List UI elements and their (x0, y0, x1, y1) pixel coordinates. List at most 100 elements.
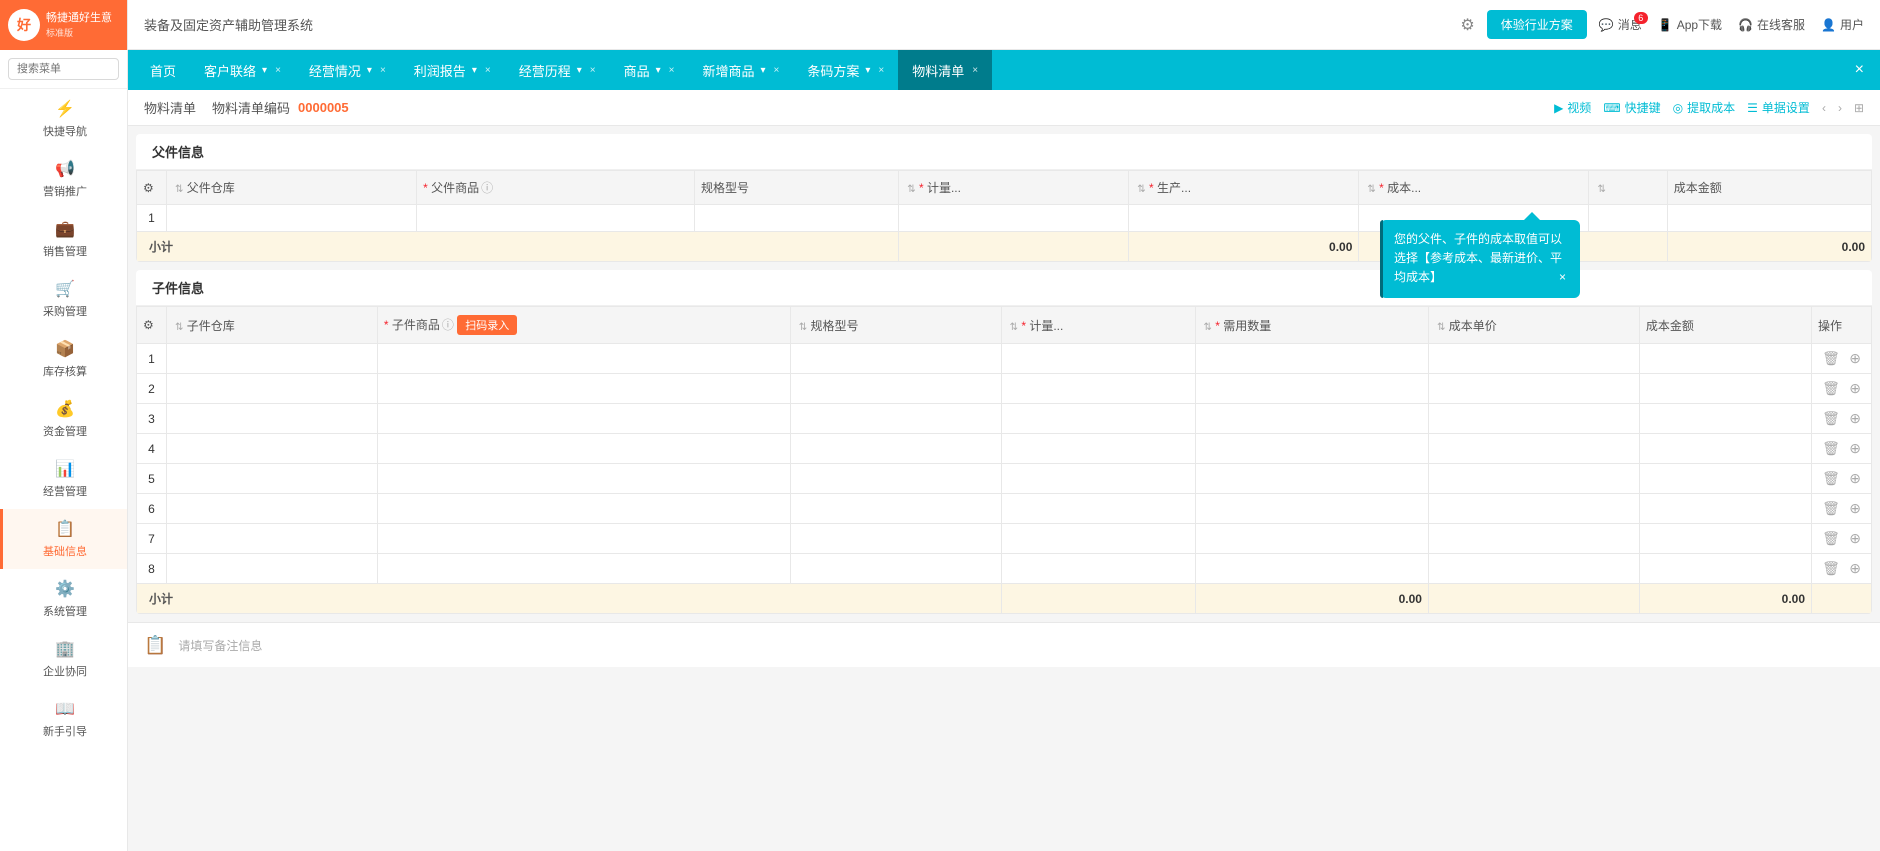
message-btn[interactable]: 💬 消息 6 (1599, 16, 1642, 33)
sidebar-item-guide[interactable]: 📖 新手引导 (0, 689, 127, 749)
child-unit-cell[interactable] (1001, 434, 1195, 464)
online-service-btn[interactable]: 🎧 在线客服 (1738, 16, 1805, 33)
child-unit-price-cell[interactable] (1428, 524, 1639, 554)
search-input[interactable] (8, 58, 119, 80)
nav-prev-icon[interactable]: ‹ (1822, 101, 1826, 115)
child-spec-cell[interactable] (790, 374, 1001, 404)
child-qty-cell[interactable] (1195, 524, 1428, 554)
sidebar-item-system[interactable]: ⚙️ 系统管理 (0, 569, 127, 629)
child-spec-cell[interactable] (790, 434, 1001, 464)
child-spec-cell[interactable] (790, 524, 1001, 554)
sidebar-item-marketing[interactable]: 📢 营销推广 (0, 149, 127, 209)
child-unit-price-cell[interactable] (1428, 374, 1639, 404)
child-unit-price-cell[interactable] (1428, 344, 1639, 374)
tab-profit[interactable]: 利润报告 ▾ × (400, 50, 505, 90)
child-qty-cell[interactable] (1195, 344, 1428, 374)
nav-next-icon[interactable]: › (1838, 101, 1842, 115)
child-warehouse-cell[interactable] (167, 374, 378, 404)
single-settings-btn[interactable]: ☰ 单据设置 (1747, 99, 1810, 116)
close-all-tabs-button[interactable]: × (1847, 61, 1872, 79)
child-goods-cell[interactable] (377, 434, 790, 464)
copy-icon[interactable]: ⊕ (1849, 380, 1861, 396)
parent-spec-cell[interactable] (695, 205, 899, 232)
copy-icon[interactable]: ⊕ (1849, 470, 1861, 486)
tab-bom[interactable]: 物料清单 × (898, 50, 992, 90)
child-qty-cell[interactable] (1195, 404, 1428, 434)
help-icon[interactable]: ⓘ (481, 181, 493, 195)
tooltip-close-btn[interactable]: × (1559, 268, 1566, 287)
copy-icon[interactable]: ⊕ (1849, 500, 1861, 516)
parent-unit-cell[interactable] (899, 205, 1129, 232)
delete-icon[interactable]: 🗑 (1822, 440, 1840, 456)
experience-btn[interactable]: 体验行业方案 (1487, 10, 1587, 39)
child-spec-cell[interactable] (790, 464, 1001, 494)
child-spec-cell[interactable] (790, 404, 1001, 434)
copy-icon[interactable]: ⊕ (1849, 410, 1861, 426)
delete-icon[interactable]: 🗑 (1822, 350, 1840, 366)
sidebar-item-sales[interactable]: 💼 销售管理 (0, 209, 127, 269)
child-warehouse-cell[interactable] (167, 344, 378, 374)
child-goods-cell[interactable] (377, 404, 790, 434)
settings-gear-icon[interactable]: ⚙ (1460, 15, 1474, 35)
child-unit-cell[interactable] (1001, 554, 1195, 584)
delete-icon[interactable]: 🗑 (1822, 500, 1840, 516)
copy-icon[interactable]: ⊕ (1849, 350, 1861, 366)
child-warehouse-cell[interactable] (167, 434, 378, 464)
sidebar-item-finance[interactable]: 💰 资金管理 (0, 389, 127, 449)
child-unit-price-cell[interactable] (1428, 464, 1639, 494)
app-download-btn[interactable]: 📱 App下载 (1658, 16, 1722, 33)
child-unit-cell[interactable] (1001, 344, 1195, 374)
child-goods-cell[interactable] (377, 374, 790, 404)
tab-close-icon[interactable]: × (972, 65, 978, 76)
delete-icon[interactable]: 🗑 (1822, 560, 1840, 576)
parent-warehouse-cell[interactable] (167, 205, 417, 232)
tab-barcode[interactable]: 条码方案 ▾ × (793, 50, 898, 90)
child-warehouse-cell[interactable] (167, 464, 378, 494)
tab-close-icon[interactable]: × (590, 65, 596, 76)
view-video-btn[interactable]: ▶ 视频 (1554, 99, 1591, 116)
tab-new-goods[interactable]: 新增商品 ▾ × (688, 50, 793, 90)
child-qty-cell[interactable] (1195, 494, 1428, 524)
child-goods-cell[interactable] (377, 464, 790, 494)
delete-icon[interactable]: 🗑 (1822, 470, 1840, 486)
sidebar-item-quick-nav[interactable]: ⚡ 快捷导航 (0, 89, 127, 149)
extract-cost-btn[interactable]: ◎ 提取成本 (1673, 99, 1736, 116)
tab-close-icon[interactable]: × (275, 65, 281, 76)
child-qty-cell[interactable] (1195, 464, 1428, 494)
sidebar-item-inventory[interactable]: 📦 库存核算 (0, 329, 127, 389)
child-qty-cell[interactable] (1195, 554, 1428, 584)
sidebar-item-basic-info[interactable]: 📋 基础信息 (0, 509, 127, 569)
child-unit-cell[interactable] (1001, 524, 1195, 554)
sidebar-item-enterprise[interactable]: 🏢 企业协同 (0, 629, 127, 689)
child-spec-cell[interactable] (790, 344, 1001, 374)
child-spec-cell[interactable] (790, 494, 1001, 524)
delete-icon[interactable]: 🗑 (1822, 410, 1840, 426)
child-unit-cell[interactable] (1001, 374, 1195, 404)
delete-icon[interactable]: 🗑 (1822, 380, 1840, 396)
copy-icon[interactable]: ⊕ (1849, 440, 1861, 456)
expand-icon[interactable]: ⊞ (1854, 101, 1864, 115)
child-goods-cell[interactable] (377, 524, 790, 554)
child-warehouse-cell[interactable] (167, 554, 378, 584)
tab-home[interactable]: 首页 (136, 50, 190, 90)
tab-history[interactable]: 经营历程 ▾ × (505, 50, 610, 90)
tab-goods[interactable]: 商品 ▾ × (610, 50, 689, 90)
child-unit-cell[interactable] (1001, 494, 1195, 524)
child-warehouse-cell[interactable] (167, 404, 378, 434)
child-goods-cell[interactable] (377, 554, 790, 584)
user-menu[interactable]: 👤 用户 (1821, 16, 1864, 33)
parent-produce-cell[interactable] (1129, 205, 1359, 232)
child-qty-cell[interactable] (1195, 434, 1428, 464)
tab-customers[interactable]: 客户联络 ▾ × (190, 50, 295, 90)
tab-close-icon[interactable]: × (878, 65, 884, 76)
shortcut-btn[interactable]: ⌨ 快捷键 (1603, 99, 1660, 116)
child-unit-cell[interactable] (1001, 464, 1195, 494)
sidebar-item-operations[interactable]: 📊 经营管理 (0, 449, 127, 509)
child-unit-price-cell[interactable] (1428, 494, 1639, 524)
help-icon[interactable]: ⓘ (442, 318, 454, 332)
child-unit-price-cell[interactable] (1428, 554, 1639, 584)
sidebar-item-purchase[interactable]: 🛒 采购管理 (0, 269, 127, 329)
scan-input-btn[interactable]: 扫码录入 (457, 315, 517, 335)
parent-goods-cell[interactable] (417, 205, 695, 232)
child-spec-cell[interactable] (790, 554, 1001, 584)
